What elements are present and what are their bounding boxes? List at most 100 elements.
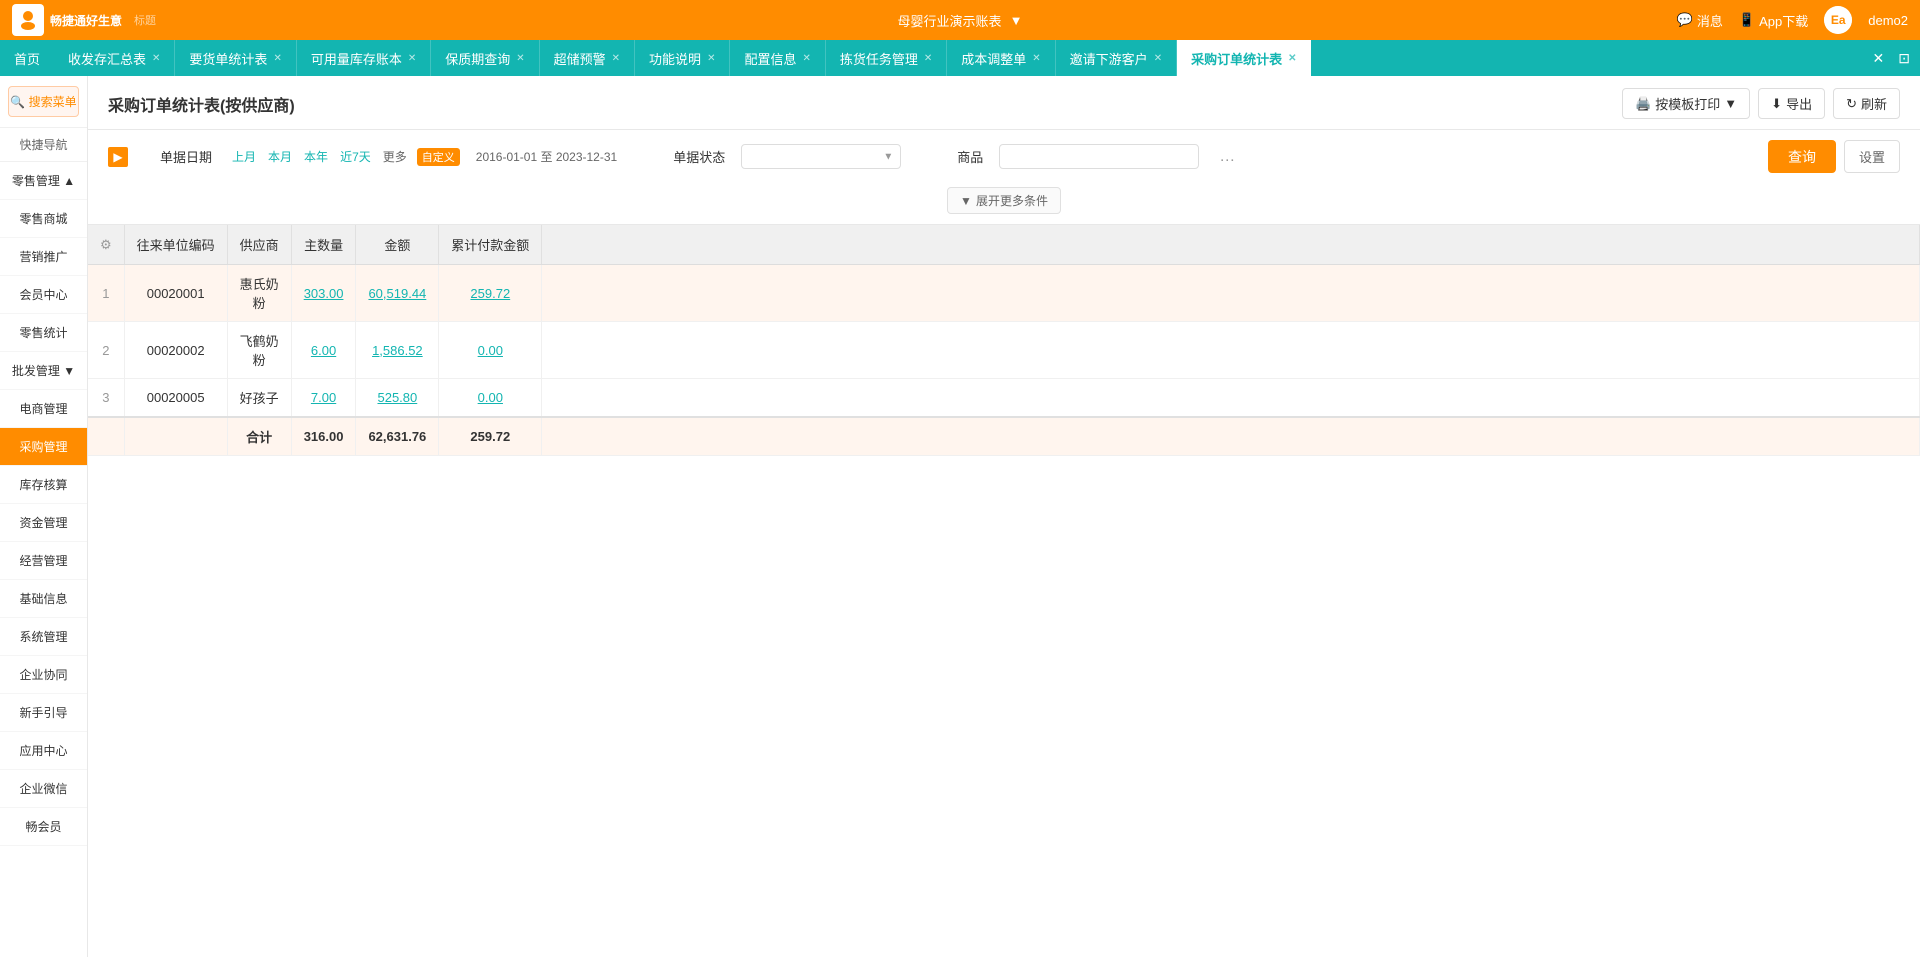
sidebar-item-lingshou[interactable]: 零售管理 ▲ [0, 162, 87, 200]
date-range-value[interactable]: 2016-01-01 至 2023-12-31 [476, 148, 617, 165]
goods-more-icon[interactable]: … [1219, 148, 1235, 166]
expand-more-btn[interactable]: ▼ 展开更多条件 [947, 187, 1061, 214]
tab-keyongliang[interactable]: 可用量库存账本 ✕ [297, 40, 431, 76]
logo-text: 畅捷通好生意 [50, 12, 122, 29]
close-icon[interactable]: ✕ [612, 53, 620, 64]
col-settings[interactable]: ⚙ [88, 225, 124, 265]
tab-chaochuyujing[interactable]: 超储预警 ✕ [540, 40, 635, 76]
tab-yaohuo[interactable]: 要货单统计表 ✕ [175, 40, 296, 76]
footer-row: 合计 316.00 62,631.76 259.72 [88, 417, 1920, 456]
nav-close-btn[interactable]: ✕ [1867, 48, 1891, 69]
sidebar-item-xinshou[interactable]: 新手引导 [0, 694, 87, 732]
sidebar-item-xitong[interactable]: 系统管理 [0, 618, 87, 656]
tab-jianhuo[interactable]: 拣货任务管理 ✕ [826, 40, 947, 76]
shortcut-this-year[interactable]: 本年 [300, 146, 332, 167]
row-code: 00020002 [124, 322, 227, 379]
sidebar-item-lingshouj[interactable]: 零售统计 [0, 314, 87, 352]
row-amount[interactable]: 60,519.44 [356, 265, 439, 322]
logo-icon [12, 4, 44, 36]
tab-peizhi[interactable]: 配置信息 ✕ [730, 40, 825, 76]
row-qty[interactable]: 6.00 [291, 322, 356, 379]
goods-input[interactable] [999, 144, 1199, 169]
row-supplier: 好孩子 [227, 379, 291, 418]
sidebar-item-jichu[interactable]: 基础信息 [0, 580, 87, 618]
nav-maximize-btn[interactable]: ⊡ [1892, 48, 1916, 69]
sidebar-item-jingying[interactable]: 经营管理 [0, 542, 87, 580]
page-header: 采购订单统计表(按供应商) 🖨️ 按模板打印 ▼ ⬇ 导出 ↻ 刷新 [88, 76, 1920, 130]
sidebar-item-wechat[interactable]: 企业微信 [0, 770, 87, 808]
close-icon[interactable]: ✕ [152, 53, 160, 64]
toggle-filter-btn[interactable]: ▶ [108, 147, 128, 167]
tab-caigou-active[interactable]: 采购订单统计表 ✕ [1177, 40, 1311, 76]
tab-gongneng[interactable]: 功能说明 ✕ [635, 40, 730, 76]
workspace-label[interactable]: 母婴行业演示账表 ▼ [898, 11, 1023, 30]
filter-divider: ▼ 展开更多条件 [108, 181, 1900, 214]
status-select[interactable] [741, 144, 901, 169]
sidebar-item-kucun[interactable]: 库存核算 [0, 466, 87, 504]
sidebar-item-yingxiao[interactable]: 营销推广 [0, 238, 87, 276]
avatar[interactable]: Ea [1824, 6, 1852, 34]
tab-home[interactable]: 首页 [0, 40, 54, 76]
row-amount[interactable]: 1,586.52 [356, 322, 439, 379]
tab-yaoqing[interactable]: 邀请下游客户 ✕ [1056, 40, 1177, 76]
close-icon[interactable]: ✕ [707, 53, 715, 64]
tab-baozhi[interactable]: 保质期查询 ✕ [431, 40, 539, 76]
close-icon[interactable]: ✕ [516, 53, 524, 64]
sidebar-item-caigou[interactable]: 采购管理 [0, 428, 87, 466]
row-amount[interactable]: 525.80 [356, 379, 439, 418]
row-qty[interactable]: 303.00 [291, 265, 356, 322]
settings-btn[interactable]: 设置 [1844, 140, 1900, 173]
sidebar: 🔍 搜索菜单 快捷导航 零售管理 ▲ 零售商城 营销推广 会员中心 零售统计 批… [0, 76, 88, 957]
sidebar-item-dianshang[interactable]: 电商管理 [0, 390, 87, 428]
custom-badge: 自定义 [417, 148, 460, 166]
top-bar-left: 畅捷通好生意 标题 [12, 4, 156, 36]
row-paid[interactable]: 259.72 [439, 265, 542, 322]
shortcut-this-month[interactable]: 本月 [264, 146, 296, 167]
col-qty: 主数量 [291, 225, 356, 265]
table-row: 3 00020005 好孩子 7.00 525.80 0.00 [88, 379, 1920, 418]
sidebar-item-zijin[interactable]: 资金管理 [0, 504, 87, 542]
print-btn[interactable]: 🖨️ 按模板打印 ▼ [1622, 88, 1750, 119]
sidebar-item-huiyuan[interactable]: 会员中心 [0, 276, 87, 314]
tab-shoufasun[interactable]: 收发存汇总表 ✕ [54, 40, 175, 76]
close-icon[interactable]: ✕ [1154, 53, 1162, 64]
sidebar-item-qiye[interactable]: 企业协同 [0, 656, 87, 694]
query-btn[interactable]: 查询 [1768, 140, 1836, 173]
row-paid[interactable]: 0.00 [439, 379, 542, 418]
sidebar-item-yingyong[interactable]: 应用中心 [0, 732, 87, 770]
breadcrumb-label: 标题 [134, 12, 156, 28]
tab-chengben[interactable]: 成本调整单 ✕ [947, 40, 1055, 76]
shortcut-more[interactable]: 更多 [379, 146, 411, 167]
sidebar-item-changhui[interactable]: 畅会员 [0, 808, 87, 846]
logo-area: 畅捷通好生意 [12, 4, 122, 36]
search-menu-btn[interactable]: 🔍 搜索菜单 [8, 86, 79, 117]
row-qty[interactable]: 7.00 [291, 379, 356, 418]
footer-qty: 316.00 [291, 417, 356, 456]
nav-right-actions: ✕ ⊡ [1867, 48, 1920, 69]
row-num: 2 [88, 322, 124, 379]
sidebar-item-pifa[interactable]: 批发管理 ▼ [0, 352, 87, 390]
shortcut-7days[interactable]: 近7天 [336, 146, 375, 167]
footer-label: 合计 [227, 417, 291, 456]
close-icon[interactable]: ✕ [408, 53, 416, 64]
col-extra [542, 225, 1920, 265]
date-filter-label: 单据日期 [160, 147, 212, 166]
close-icon[interactable]: ✕ [1288, 53, 1296, 64]
footer-paid: 259.72 [439, 417, 542, 456]
close-icon[interactable]: ✕ [802, 53, 810, 64]
shortcut-last-month[interactable]: 上月 [228, 146, 260, 167]
table-header: ⚙ 往来单位编码 供应商 主数量 金额 累计付款金额 [88, 225, 1920, 265]
quick-nav-btn[interactable]: 快捷导航 [0, 128, 87, 162]
footer-amount: 62,631.76 [356, 417, 439, 456]
close-icon[interactable]: ✕ [1032, 53, 1040, 64]
app-download-btn[interactable]: 📱 App下载 [1739, 11, 1808, 30]
close-icon[interactable]: ✕ [273, 53, 281, 64]
sidebar-item-lingshous[interactable]: 零售商城 [0, 200, 87, 238]
export-btn[interactable]: ⬇ 导出 [1758, 88, 1825, 119]
row-paid[interactable]: 0.00 [439, 322, 542, 379]
message-btn[interactable]: 💬 消息 [1677, 11, 1723, 30]
page-title-row: 采购订单统计表(按供应商) 🖨️ 按模板打印 ▼ ⬇ 导出 ↻ 刷新 [108, 88, 1900, 119]
refresh-btn[interactable]: ↻ 刷新 [1833, 88, 1900, 119]
row-supplier: 惠氏奶粉 [227, 265, 291, 322]
close-icon[interactable]: ✕ [924, 53, 932, 64]
